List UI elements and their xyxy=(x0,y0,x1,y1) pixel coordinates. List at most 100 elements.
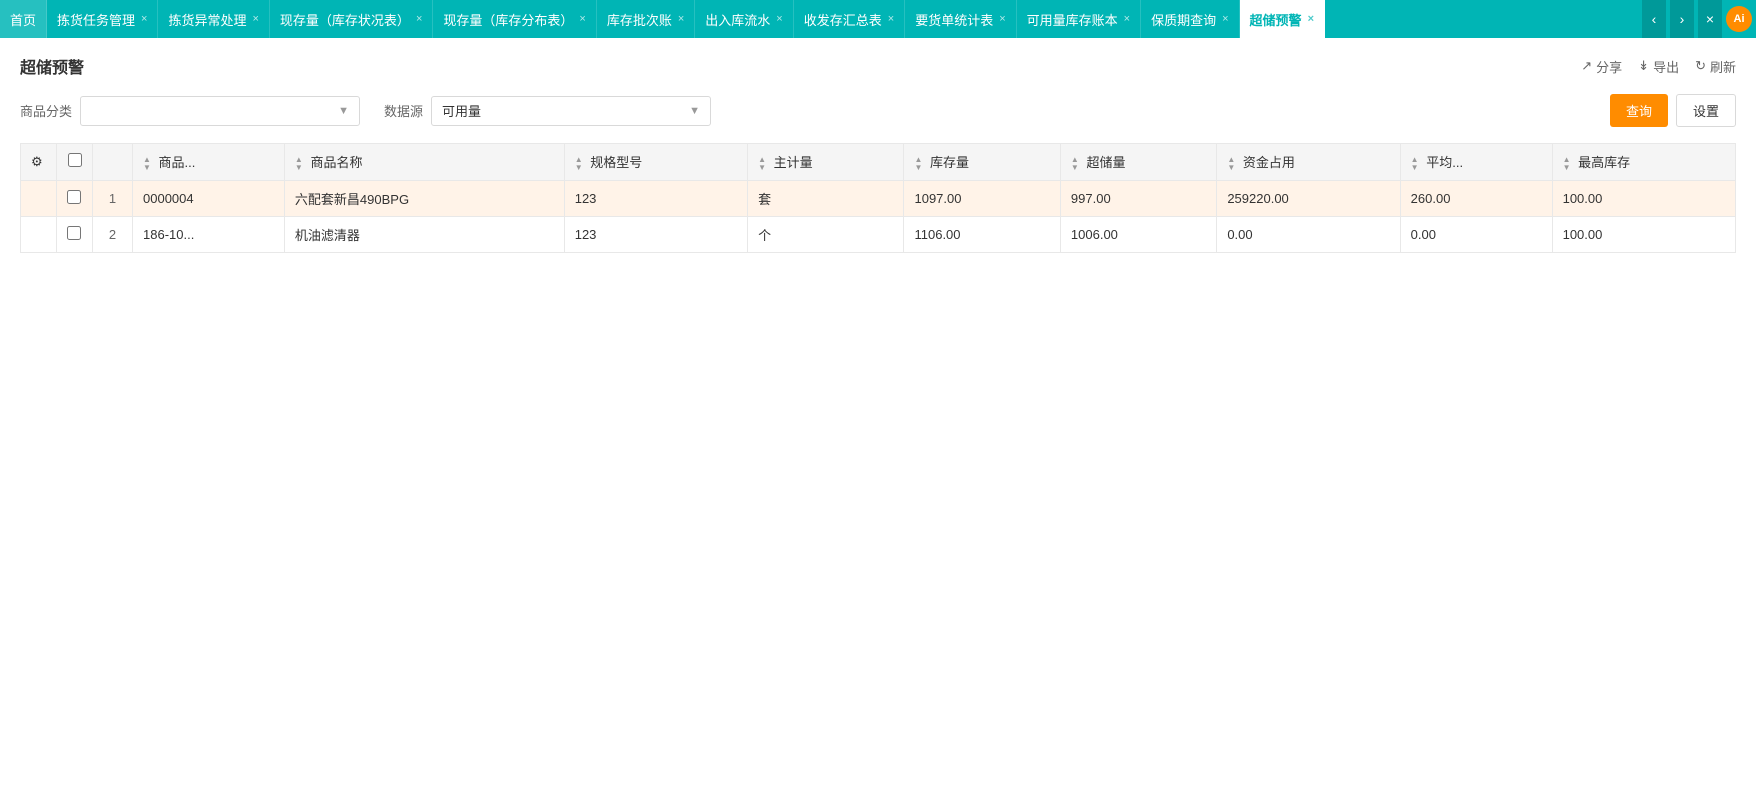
nav-left-arrow[interactable]: ‹ xyxy=(1642,0,1666,38)
sort-icon-capital: ▲▼ xyxy=(1227,156,1235,172)
nav-close-icon-10[interactable]: × xyxy=(1222,13,1228,25)
gear-icon[interactable]: ⚙ xyxy=(31,154,43,169)
nav-item-0[interactable]: 首页 xyxy=(0,0,47,38)
refresh-icon: ↻ xyxy=(1695,58,1706,74)
th-capital-label: 资金占用 xyxy=(1243,155,1295,170)
cell-max-stock: 100.00 xyxy=(1552,180,1735,216)
th-product-name-label: 商品名称 xyxy=(310,155,362,170)
row-checkbox-0[interactable] xyxy=(67,190,81,204)
query-button[interactable]: 查询 xyxy=(1610,94,1668,127)
nav-item-8[interactable]: 要货单统计表× xyxy=(905,0,1016,38)
export-label: 导出 xyxy=(1653,57,1679,76)
th-product-code[interactable]: ▲▼ 商品... xyxy=(133,144,285,181)
cell-spec: 123 xyxy=(564,180,747,216)
cell-overflow: 1006.00 xyxy=(1060,216,1216,252)
cell-settings xyxy=(21,216,57,252)
th-stock[interactable]: ▲▼ 库存量 xyxy=(904,144,1060,181)
nav-close-icon-2[interactable]: × xyxy=(252,13,258,25)
nav-item-6[interactable]: 出入库流水× xyxy=(695,0,793,38)
sort-icon-product-code: ▲▼ xyxy=(143,156,151,172)
cell-unit: 套 xyxy=(748,180,904,216)
cell-overflow: 997.00 xyxy=(1060,180,1216,216)
nav-close-icon-8[interactable]: × xyxy=(999,13,1005,25)
cell-checkbox[interactable] xyxy=(57,180,93,216)
nav-close-icon-7[interactable]: × xyxy=(888,13,894,25)
cell-index: 2 xyxy=(93,216,133,252)
nav-close-all[interactable]: × xyxy=(1698,0,1722,38)
cell-avg: 0.00 xyxy=(1400,216,1552,252)
row-checkbox-1[interactable] xyxy=(67,226,81,240)
nav-close-icon-6[interactable]: × xyxy=(776,13,782,25)
nav-close-icon-5[interactable]: × xyxy=(678,13,684,25)
datasource-label: 数据源 xyxy=(384,101,423,120)
table-row: 10000004六配套新昌490BPG123套1097.00997.002592… xyxy=(21,180,1736,216)
cell-unit: 个 xyxy=(748,216,904,252)
nav-item-1[interactable]: 拣货任务管理× xyxy=(47,0,158,38)
top-right-area: ‹ › × Ai xyxy=(1642,0,1756,38)
nav-item-3[interactable]: 现存量（库存状况表）× xyxy=(270,0,433,38)
nav-item-9[interactable]: 可用量库存账本× xyxy=(1017,0,1141,38)
export-icon: ↡ xyxy=(1638,58,1649,74)
category-filter: 商品分类 ▼ xyxy=(20,96,360,126)
cell-product-name: 六配套新昌490BPG xyxy=(284,180,564,216)
cell-stock: 1097.00 xyxy=(904,180,1060,216)
select-all-checkbox[interactable] xyxy=(68,153,82,167)
sort-icon-overflow: ▲▼ xyxy=(1071,156,1079,172)
cell-stock: 1106.00 xyxy=(904,216,1060,252)
nav-item-5[interactable]: 库存批次账× xyxy=(597,0,695,38)
nav-close-icon-1[interactable]: × xyxy=(141,13,147,25)
sort-icon-max-stock: ▲▼ xyxy=(1563,156,1571,172)
cell-product-code: 0000004 xyxy=(133,180,285,216)
export-action[interactable]: ↡ 导出 xyxy=(1638,57,1679,76)
share-label: 分享 xyxy=(1596,57,1622,76)
nav-close-icon-3[interactable]: × xyxy=(416,13,422,25)
nav-item-10[interactable]: 保质期查询× xyxy=(1141,0,1239,38)
th-avg[interactable]: ▲▼ 平均... xyxy=(1400,144,1552,181)
cell-max-stock: 100.00 xyxy=(1552,216,1735,252)
nav-item-11[interactable]: 超储预警× xyxy=(1240,0,1325,38)
th-unit[interactable]: ▲▼ 主计量 xyxy=(748,144,904,181)
th-max-stock[interactable]: ▲▼ 最高库存 xyxy=(1552,144,1735,181)
action-buttons: 查询 设置 xyxy=(1610,94,1736,127)
cell-product-name: 机油滤清器 xyxy=(284,216,564,252)
cell-index: 1 xyxy=(93,180,133,216)
th-product-name[interactable]: ▲▼ 商品名称 xyxy=(284,144,564,181)
nav-item-2[interactable]: 拣货异常处理× xyxy=(158,0,269,38)
page-header: 超储预警 ↗ 分享 ↡ 导出 ↻ 刷新 xyxy=(20,54,1736,78)
cell-product-code: 186-10... xyxy=(133,216,285,252)
th-spec[interactable]: ▲▼ 规格型号 xyxy=(564,144,747,181)
nav-item-7[interactable]: 收发存汇总表× xyxy=(794,0,905,38)
refresh-label: 刷新 xyxy=(1710,57,1736,76)
cell-checkbox[interactable] xyxy=(57,216,93,252)
share-action[interactable]: ↗ 分享 xyxy=(1581,57,1622,76)
cell-spec: 123 xyxy=(564,216,747,252)
cell-settings xyxy=(21,180,57,216)
datasource-select[interactable]: 可用量 ▼ xyxy=(431,96,711,126)
nav-bar: 首页拣货任务管理×拣货异常处理×现存量（库存状况表）×现存量（库存分布表）×库存… xyxy=(0,0,1756,38)
share-icon: ↗ xyxy=(1581,58,1592,74)
category-select[interactable]: ▼ xyxy=(80,96,360,126)
sort-icon-product-name: ▲▼ xyxy=(295,156,303,172)
data-table: ⚙ ▲▼ 商品... ▲▼ 商品名称 ▲▼ 规格型号 xyxy=(20,143,1736,253)
th-spec-label: 规格型号 xyxy=(590,155,642,170)
page-content: 超储预警 ↗ 分享 ↡ 导出 ↻ 刷新 商品分类 ▼ 数据源 xyxy=(0,38,1756,800)
settings-button[interactable]: 设置 xyxy=(1676,94,1736,127)
th-avg-label: 平均... xyxy=(1426,155,1463,170)
th-checkbox xyxy=(57,144,93,181)
cell-capital: 0.00 xyxy=(1217,216,1400,252)
nav-close-icon-11[interactable]: × xyxy=(1308,13,1314,25)
sort-icon-avg: ▲▼ xyxy=(1411,156,1419,172)
sort-icon-unit: ▲▼ xyxy=(758,156,766,172)
category-label: 商品分类 xyxy=(20,101,72,120)
th-capital[interactable]: ▲▼ 资金占用 xyxy=(1217,144,1400,181)
th-stock-label: 库存量 xyxy=(930,155,969,170)
table-header-row: ⚙ ▲▼ 商品... ▲▼ 商品名称 ▲▼ 规格型号 xyxy=(21,144,1736,181)
nav-close-icon-9[interactable]: × xyxy=(1124,13,1130,25)
nav-close-icon-4[interactable]: × xyxy=(579,13,585,25)
th-overflow[interactable]: ▲▼ 超储量 xyxy=(1060,144,1216,181)
nav-right-arrow[interactable]: › xyxy=(1670,0,1694,38)
filter-row: 商品分类 ▼ 数据源 可用量 ▼ 查询 设置 xyxy=(20,94,1736,127)
refresh-action[interactable]: ↻ 刷新 xyxy=(1695,57,1736,76)
th-product-code-label: 商品... xyxy=(159,155,196,170)
nav-item-4[interactable]: 现存量（库存分布表）× xyxy=(433,0,596,38)
